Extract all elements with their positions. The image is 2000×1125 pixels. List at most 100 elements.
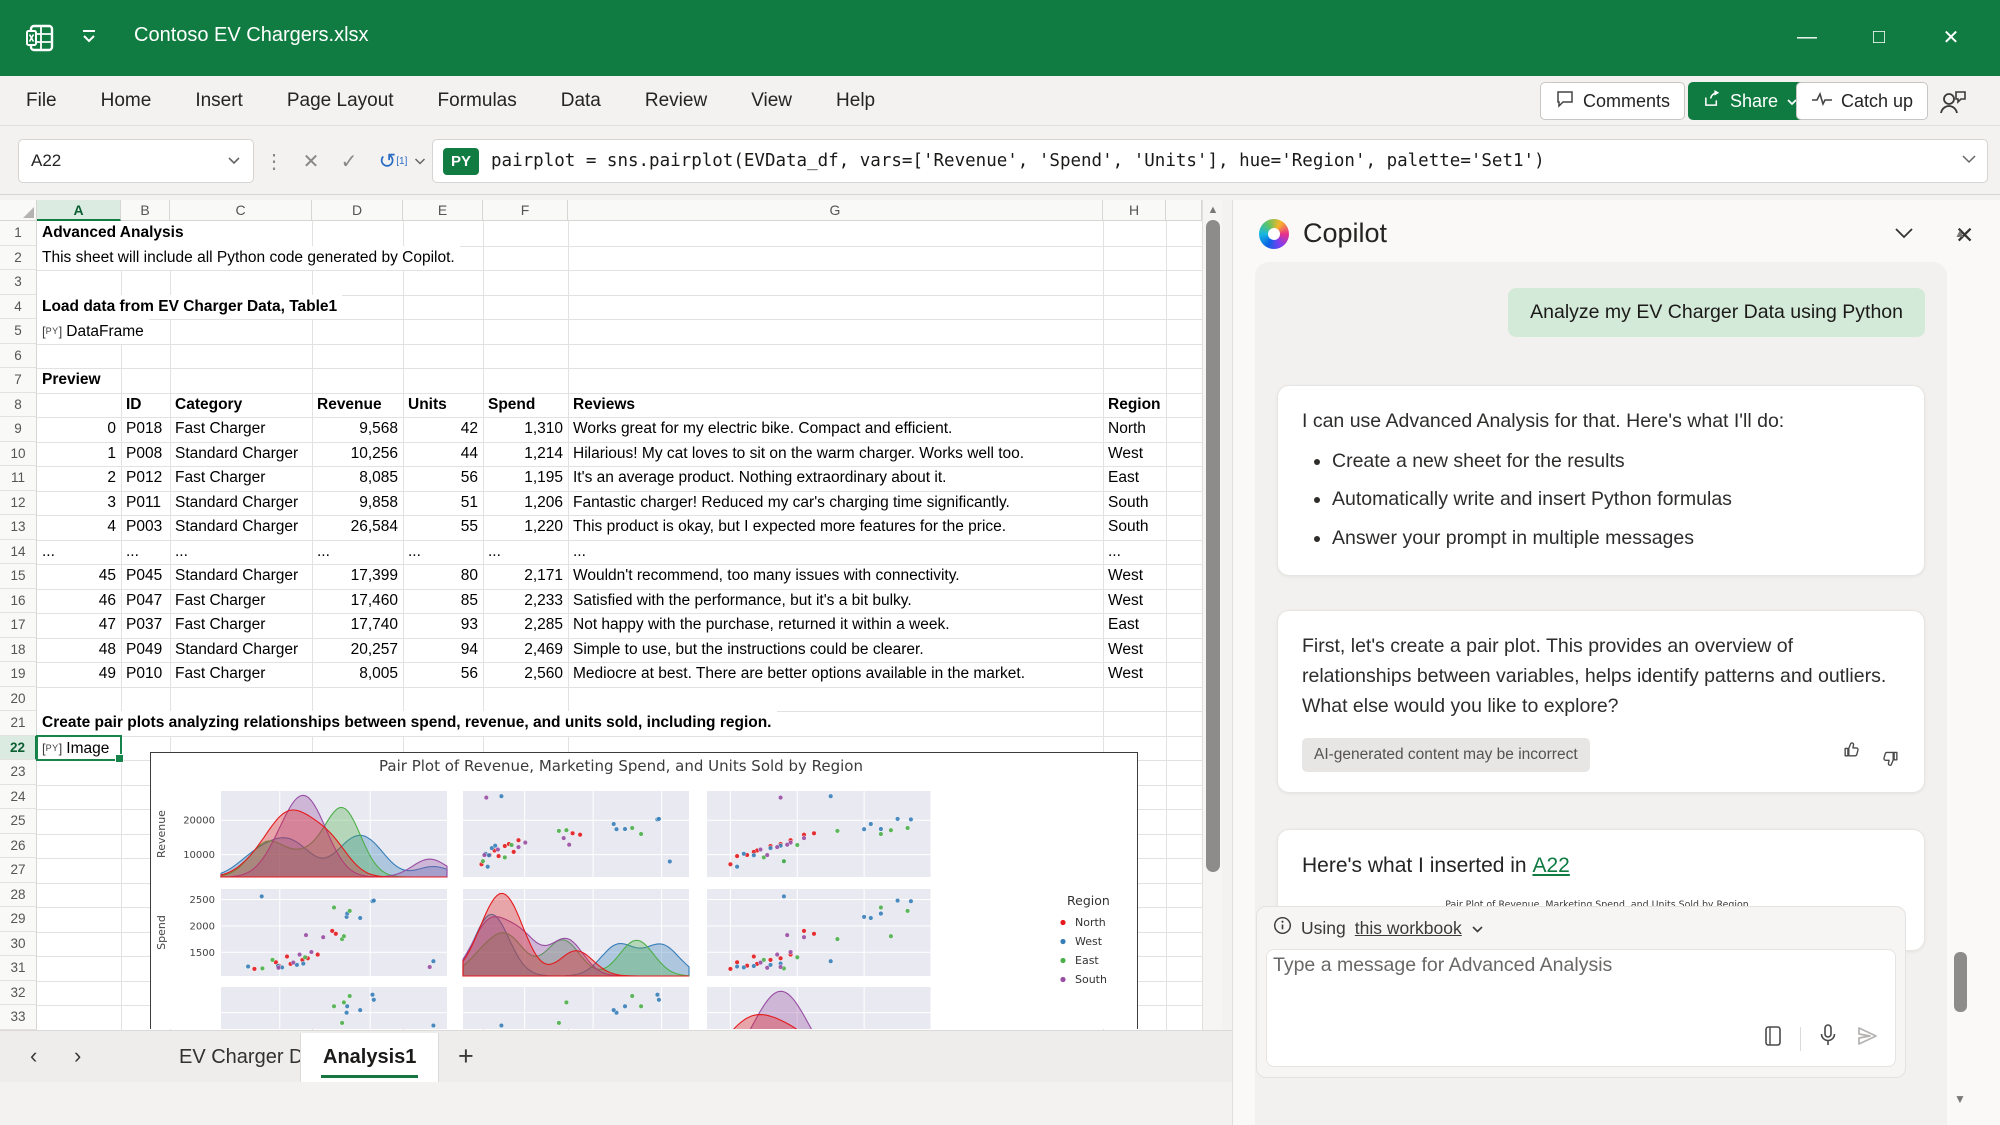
cell-G14[interactable]: ... xyxy=(568,540,1103,565)
pairplot-chart-object[interactable]: Pair Plot of Revenue, Marketing Spend, a… xyxy=(150,752,1138,1029)
cell-H17[interactable]: East xyxy=(1103,613,1166,638)
cell-G19[interactable]: Mediocre at best. There are better optio… xyxy=(568,662,1103,687)
cell-A11[interactable]: 2 xyxy=(37,466,121,491)
menu-insert[interactable]: Insert xyxy=(195,90,243,112)
cell-C16[interactable]: Fast Charger xyxy=(170,589,312,614)
row-header-18[interactable]: 18 xyxy=(0,638,37,663)
copilot-scrollbar-thumb[interactable] xyxy=(1954,952,1967,1012)
cell-C8[interactable]: Category xyxy=(170,393,312,418)
cell-G12[interactable]: Fantastic charger! Reduced my car's char… xyxy=(568,491,1103,516)
worksheet-grid[interactable]: Advanced AnalysisThis sheet will include… xyxy=(0,200,1202,1030)
cell-B12[interactable]: P011 xyxy=(121,491,170,516)
mic-icon[interactable] xyxy=(1817,1023,1839,1054)
cell-F16[interactable]: 2,233 xyxy=(483,589,568,614)
menu-formulas[interactable]: Formulas xyxy=(438,90,517,112)
cell-F14[interactable]: ... xyxy=(483,540,568,565)
column-header-F[interactable]: F xyxy=(483,200,568,221)
cell-E17[interactable]: 93 xyxy=(403,613,483,638)
cell-E15[interactable]: 80 xyxy=(403,564,483,589)
cell-F19[interactable]: 2,560 xyxy=(483,662,568,687)
row-header-15[interactable]: 15 xyxy=(0,564,37,589)
people-presence-icon[interactable] xyxy=(1938,88,1968,121)
cell-C15[interactable]: Standard Charger xyxy=(170,564,312,589)
cell-A17[interactable]: 47 xyxy=(37,613,121,638)
cell-D12[interactable]: 9,858 xyxy=(312,491,403,516)
cell-B17[interactable]: P037 xyxy=(121,613,170,638)
cell-B18[interactable]: P049 xyxy=(121,638,170,663)
cell-H11[interactable]: East xyxy=(1103,466,1166,491)
row-header-29[interactable]: 29 xyxy=(0,907,37,932)
share-button[interactable]: Share xyxy=(1688,82,1813,120)
cell-B15[interactable]: P045 xyxy=(121,564,170,589)
cell-E14[interactable]: ... xyxy=(403,540,483,565)
row-header-20[interactable]: 20 xyxy=(0,687,37,712)
thumbs-up-icon[interactable] xyxy=(1842,739,1863,769)
column-header-A[interactable]: A xyxy=(37,200,121,221)
cell-D19[interactable]: 8,005 xyxy=(312,662,403,687)
cell-G11[interactable]: It's an average product. Nothing extraor… xyxy=(568,466,1103,491)
cell-G13[interactable]: This product is okay, but I expected mor… xyxy=(568,515,1103,540)
thumbs-down-icon[interactable] xyxy=(1879,739,1900,769)
cell-A5[interactable]: [PY]DataFrame xyxy=(37,319,149,344)
cell-A22[interactable]: [PY]Image xyxy=(37,736,121,761)
cell-F11[interactable]: 1,195 xyxy=(483,466,568,491)
row-header-25[interactable]: 25 xyxy=(0,809,37,834)
add-sheet-button[interactable]: + xyxy=(458,1041,474,1072)
menu-data[interactable]: Data xyxy=(561,90,601,112)
message-textbox[interactable] xyxy=(1266,949,1896,1067)
cell-A19[interactable]: 49 xyxy=(37,662,121,687)
row-header-33[interactable]: 33 xyxy=(0,1005,37,1030)
row-header-6[interactable]: 6 xyxy=(0,344,37,369)
menu-file[interactable]: File xyxy=(26,90,57,112)
cell-D15[interactable]: 17,399 xyxy=(312,564,403,589)
cell-link-a22[interactable]: A22 xyxy=(1532,854,1569,877)
cell-H16[interactable]: West xyxy=(1103,589,1166,614)
cell-C17[interactable]: Fast Charger xyxy=(170,613,312,638)
cell-F15[interactable]: 2,171 xyxy=(483,564,568,589)
cell-H8[interactable]: Region xyxy=(1103,393,1166,418)
row-header-30[interactable]: 30 xyxy=(0,932,37,957)
cell-C19[interactable]: Fast Charger xyxy=(170,662,312,687)
cell-E9[interactable]: 42 xyxy=(403,417,483,442)
cell-D14[interactable]: ... xyxy=(312,540,403,565)
cell-G10[interactable]: Hilarious! My cat loves to sit on the wa… xyxy=(568,442,1103,467)
row-header-16[interactable]: 16 xyxy=(0,589,37,614)
cell-A10[interactable]: 1 xyxy=(37,442,121,467)
cell-A15[interactable]: 45 xyxy=(37,564,121,589)
cell-E16[interactable]: 85 xyxy=(403,589,483,614)
cell-D16[interactable]: 17,460 xyxy=(312,589,403,614)
cell-G17[interactable]: Not happy with the purchase, returned it… xyxy=(568,613,1103,638)
row-header-31[interactable]: 31 xyxy=(0,956,37,981)
cell-C13[interactable]: Standard Charger xyxy=(170,515,312,540)
menu-review[interactable]: Review xyxy=(645,90,707,112)
cell-D8[interactable]: Revenue xyxy=(312,393,403,418)
grid-scrollbar-thumb[interactable] xyxy=(1206,220,1220,872)
cell-C10[interactable]: Standard Charger xyxy=(170,442,312,467)
row-header-10[interactable]: 10 xyxy=(0,442,37,467)
cell-A13[interactable]: 4 xyxy=(37,515,121,540)
cell-B16[interactable]: P047 xyxy=(121,589,170,614)
row-header-12[interactable]: 12 xyxy=(0,491,37,516)
cell-D13[interactable]: 26,584 xyxy=(312,515,403,540)
confirm-entry-icon[interactable]: ✓ xyxy=(334,139,364,183)
cell-H14[interactable]: ... xyxy=(1103,540,1166,565)
maximize-button[interactable]: □ xyxy=(1862,20,1896,54)
formula-input[interactable]: PY pairplot = sns.pairplot(EVData_df, va… xyxy=(432,139,1988,183)
row-header-26[interactable]: 26 xyxy=(0,834,37,859)
row-header-27[interactable]: 27 xyxy=(0,858,37,883)
cell-D18[interactable]: 20,257 xyxy=(312,638,403,663)
cell-G9[interactable]: Works great for my electric bike. Compac… xyxy=(568,417,1103,442)
cell-G16[interactable]: Satisfied with the performance, but it's… xyxy=(568,589,1103,614)
cell-A7[interactable]: Preview xyxy=(37,368,121,393)
cell-F8[interactable]: Spend xyxy=(483,393,568,418)
row-header-8[interactable]: 8 xyxy=(0,393,37,418)
cell-B13[interactable]: P003 xyxy=(121,515,170,540)
cell-E13[interactable]: 55 xyxy=(403,515,483,540)
cell-A2[interactable]: This sheet will include all Python code … xyxy=(37,246,460,271)
cell-C12[interactable]: Standard Charger xyxy=(170,491,312,516)
cell-A16[interactable]: 46 xyxy=(37,589,121,614)
copilot-scroll-up-icon[interactable]: ▲ xyxy=(1954,226,1966,240)
cell-A21[interactable]: Create pair plots analyzing relationship… xyxy=(37,711,777,736)
column-header-D[interactable]: D xyxy=(312,200,403,221)
send-icon[interactable] xyxy=(1855,1024,1879,1053)
